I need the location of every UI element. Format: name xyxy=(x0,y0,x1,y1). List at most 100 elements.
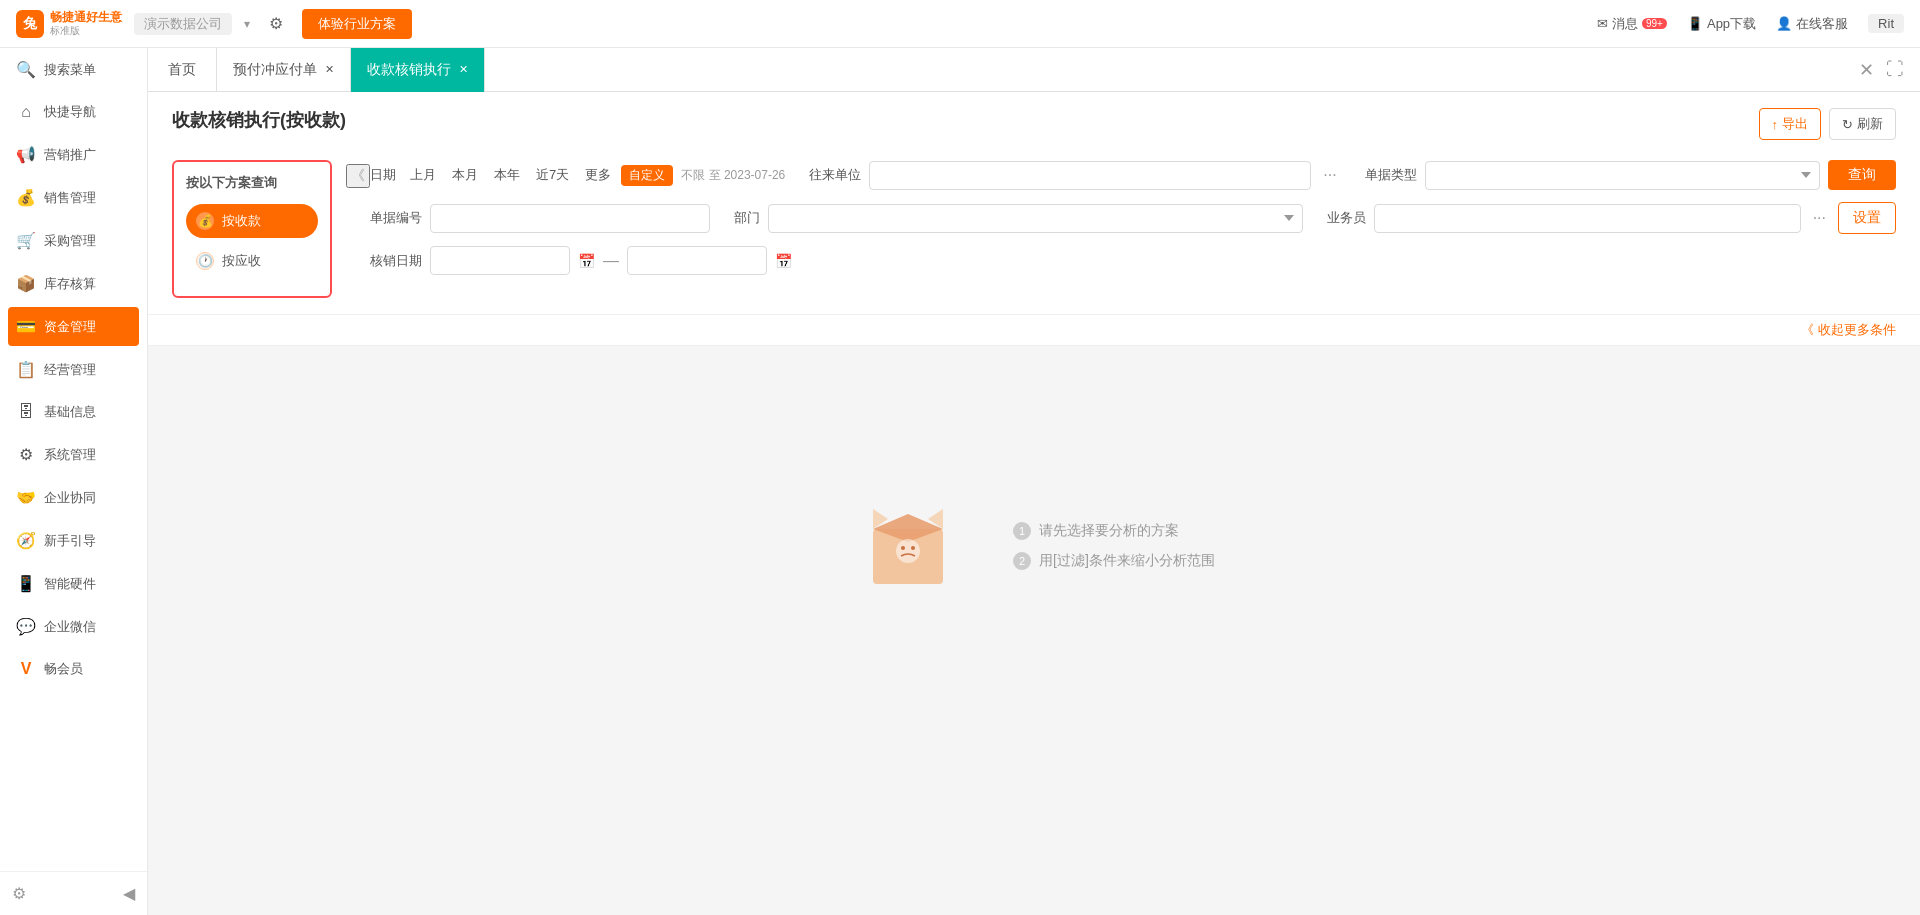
sales-icon: 💰 xyxy=(16,188,36,207)
calendar-end-icon[interactable]: 📅 xyxy=(775,253,792,269)
dept-select[interactable] xyxy=(768,204,1303,233)
more-conditions-btn[interactable]: 《 收起更多条件 xyxy=(1801,321,1896,339)
empty-hints: 1 请先选择要分析的方案 2 用[过滤]条件来缩小分析范围 xyxy=(1013,522,1215,570)
sidebar: 🔍 搜索菜单 ⌂ 快捷导航 📢 营销推广 💰 销售管理 🛒 采购管理 📦 库存核… xyxy=(0,48,148,915)
filter-sidebar-title: 按以下方案查询 xyxy=(186,174,318,192)
sidebar-item-quick-nav[interactable]: ⌂ 快捷导航 xyxy=(0,91,147,133)
date-last-month-btn[interactable]: 上月 xyxy=(404,162,442,188)
svg-point-6 xyxy=(911,546,915,550)
sidebar-item-member[interactable]: V 畅会员 xyxy=(0,648,147,690)
tab-home[interactable]: 首页 xyxy=(148,48,217,92)
filter-option-by-receipt[interactable]: 💰 按收款 xyxy=(186,204,318,238)
date-this-month-btn[interactable]: 本月 xyxy=(446,162,484,188)
sidebar-item-wx[interactable]: 💬 企业微信 xyxy=(0,605,147,648)
sidebar-settings-btn[interactable]: ⚙ xyxy=(8,880,30,907)
refresh-button[interactable]: ↻ 刷新 xyxy=(1829,108,1896,140)
online-service-icon: 👤 xyxy=(1776,16,1792,31)
bill-type-select[interactable] xyxy=(1425,161,1820,190)
writeoff-date-start-input[interactable]: 2023-03-01 xyxy=(430,246,570,275)
sidebar-label-enterprise: 企业协同 xyxy=(44,489,96,507)
tab-prepay-close-icon[interactable]: ✕ xyxy=(325,63,334,76)
sidebar-item-marketing[interactable]: 📢 营销推广 xyxy=(0,133,147,176)
bill-type-select-wrap xyxy=(1425,161,1820,190)
empty-state-svg xyxy=(853,494,973,594)
sidebar-item-inventory[interactable]: 📦 库存核算 xyxy=(0,262,147,305)
counterparty-input[interactable] xyxy=(869,161,1311,190)
settings-icon-btn[interactable]: ⚙ xyxy=(262,10,290,38)
salesperson-field: 业务员 ··· 设置 xyxy=(1327,202,1896,234)
filter-collapse-btn[interactable]: 《 xyxy=(346,164,370,188)
hint-num-2: 2 xyxy=(1013,552,1031,570)
app-logo: 兔 畅捷通好生意 标准版 xyxy=(16,10,122,38)
bill-no-input[interactable] xyxy=(430,204,710,233)
app-download-label: App下载 xyxy=(1707,15,1756,33)
filter-option-receivable-label: 按应收 xyxy=(222,252,261,270)
sidebar-label-system: 系统管理 xyxy=(44,446,96,464)
filter-form: 日期 上月 本月 本年 近7天 更多 自定义 不限 至 2023-07-26 xyxy=(370,160,1896,298)
sidebar-label-quick-nav: 快捷导航 xyxy=(44,103,96,121)
sidebar-item-purchase[interactable]: 🛒 采购管理 xyxy=(0,219,147,262)
sidebar-item-sales[interactable]: 💰 销售管理 xyxy=(0,176,147,219)
receipt-icon: 💰 xyxy=(196,212,214,230)
empty-hint-1: 1 请先选择要分析的方案 xyxy=(1013,522,1215,540)
sidebar-item-enterprise[interactable]: 🤝 企业协同 xyxy=(0,476,147,519)
sidebar-label-inventory: 库存核算 xyxy=(44,275,96,293)
salesperson-dots-btn[interactable]: ··· xyxy=(1809,209,1830,227)
date-more-btn[interactable]: 更多 xyxy=(579,162,617,188)
tab-prepay-offset[interactable]: 预付冲应付单 ✕ xyxy=(217,48,351,92)
calendar-start-icon[interactable]: 📅 xyxy=(578,253,595,269)
online-service-btn[interactable]: 👤 在线客服 xyxy=(1776,15,1848,33)
message-btn[interactable]: ✉ 消息 99+ xyxy=(1597,15,1667,33)
export-button[interactable]: ↑ 导出 xyxy=(1759,108,1822,140)
chevron-down-icon[interactable]: ▾ xyxy=(244,17,250,31)
date-this-year-btn[interactable]: 本年 xyxy=(488,162,526,188)
bill-no-label: 单据编号 xyxy=(370,209,422,227)
sidebar-label-guide: 新手引导 xyxy=(44,532,96,550)
dept-field: 部门 xyxy=(734,204,1303,233)
tab-receivable-close-icon[interactable]: ✕ xyxy=(459,63,468,76)
sidebar-item-smart-hw[interactable]: 📱 智能硬件 xyxy=(0,562,147,605)
app-download-btn[interactable]: 📱 App下载 xyxy=(1687,15,1756,33)
settings-button[interactable]: 设置 xyxy=(1838,202,1896,234)
sidebar-item-base-info[interactable]: 🗄 基础信息 xyxy=(0,391,147,433)
tab-bar: 首页 预付冲应付单 ✕ 收款核销执行 ✕ ✕ ⛶ xyxy=(148,48,1920,92)
tab-close-all-btn[interactable]: ✕ xyxy=(1855,55,1878,85)
sidebar-item-search-menu[interactable]: 🔍 搜索菜单 xyxy=(0,48,147,91)
sidebar-item-operations[interactable]: 📋 经营管理 xyxy=(0,348,147,391)
page-header-wrap: 收款核销执行(按收款) ↑ 导出 ↻ 刷新 xyxy=(148,92,1920,144)
online-service-label: 在线客服 xyxy=(1796,15,1848,33)
filter-row-3: 核销日期 2023-03-01 📅 — 2023-07-21 📅 xyxy=(370,246,1896,275)
sidebar-collapse-btn[interactable]: ◀ xyxy=(119,880,139,907)
counterparty-dots-btn[interactable]: ··· xyxy=(1319,166,1340,184)
salesperson-input[interactable] xyxy=(1374,204,1801,233)
receivable-icon: 🕐 xyxy=(196,252,214,270)
filter-option-by-receivable[interactable]: 🕐 按应收 xyxy=(186,244,318,278)
sidebar-label-search-menu: 搜索菜单 xyxy=(44,61,96,79)
main-layout: 🔍 搜索菜单 ⌂ 快捷导航 📢 营销推广 💰 销售管理 🛒 采购管理 📦 库存核… xyxy=(0,48,1920,915)
tab-receivable-offset[interactable]: 收款核销执行 ✕ xyxy=(351,48,485,92)
logo-icon: 兔 xyxy=(16,10,44,38)
query-button[interactable]: 查询 xyxy=(1828,160,1896,190)
system-icon: ⚙ xyxy=(16,445,36,464)
tab-expand-btn[interactable]: ⛶ xyxy=(1882,55,1908,84)
more-conditions-row: 《 收起更多条件 xyxy=(148,315,1920,346)
top-bar: 兔 畅捷通好生意 标准版 演示数据公司 ▾ ⚙ 体验行业方案 ✉ 消息 99+ … xyxy=(0,0,1920,48)
search-icon: 🔍 xyxy=(16,60,36,79)
sidebar-item-system[interactable]: ⚙ 系统管理 xyxy=(0,433,147,476)
enterprise-icon: 🤝 xyxy=(16,488,36,507)
app-download-icon: 📱 xyxy=(1687,16,1703,31)
date-last7-btn[interactable]: 近7天 xyxy=(530,162,575,188)
sidebar-item-funds[interactable]: 💳 资金管理 xyxy=(8,307,139,346)
sidebar-item-guide[interactable]: 🧭 新手引导 xyxy=(0,519,147,562)
page-wrapper: 收款核销执行(按收款) ↑ 导出 ↻ 刷新 xyxy=(148,92,1920,746)
writeoff-date-end-input[interactable]: 2023-07-21 xyxy=(627,246,767,275)
sidebar-label-smart-hw: 智能硬件 xyxy=(44,575,96,593)
svg-point-4 xyxy=(896,539,920,563)
empty-state-area: 1 请先选择要分析的方案 2 用[过滤]条件来缩小分析范围 xyxy=(148,346,1920,746)
dept-select-wrap xyxy=(768,204,1303,233)
message-label: 消息 xyxy=(1612,15,1638,33)
date-custom-btn[interactable]: 自定义 xyxy=(621,165,673,186)
filter-area: 按以下方案查询 💰 按收款 🕐 按应收 《 xyxy=(148,144,1920,315)
industry-solution-button[interactable]: 体验行业方案 xyxy=(302,9,412,39)
home-icon: ⌂ xyxy=(16,103,36,121)
